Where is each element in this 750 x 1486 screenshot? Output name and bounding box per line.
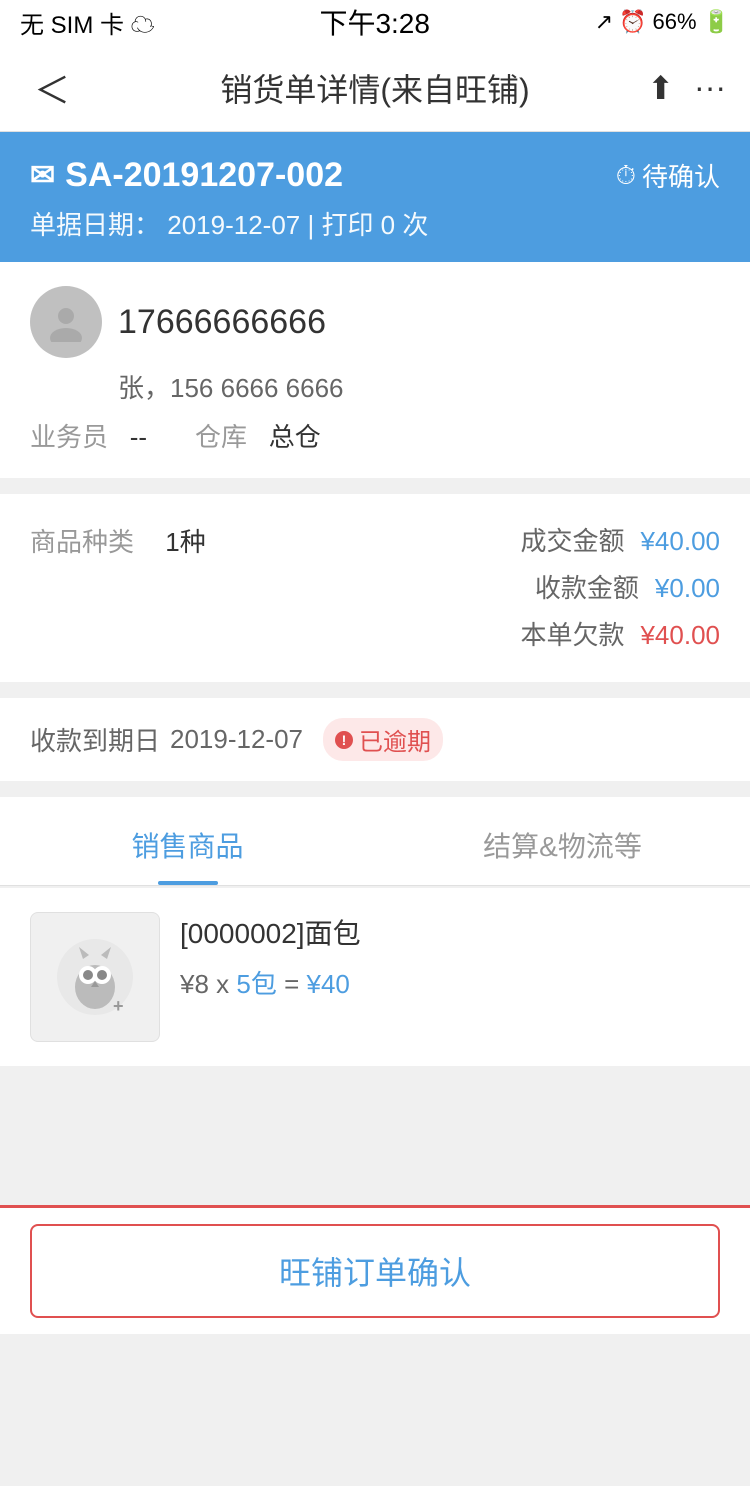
more-button[interactable]: ··· <box>694 69 726 106</box>
tab-sales-label: 销售商品 <box>131 831 243 862</box>
due-date-value: 2019-12-07 <box>170 724 303 755</box>
product-type: 商品种类 1种 <box>30 518 230 559</box>
tab-settlement-label: 结算&物流等 <box>483 831 642 862</box>
warehouse-label: 仓库 <box>195 422 247 452</box>
product-type-label: 商品种类 <box>30 522 134 559</box>
alarm-icon: ⏰ <box>619 9 646 35</box>
date-label: 单据日期： <box>30 210 160 240</box>
order-status: ⏱ 待确认 <box>616 157 720 194</box>
product-image: + <box>30 912 160 1042</box>
summary-card: 商品种类 1种 成交金额 ¥40.00 收款金额 ¥0.00 本单欠款 ¥40.… <box>0 494 750 682</box>
status-bar: 无 SIM 卡 ☁ 下午3:28 ↗ ⏰ 66% 🔋 <box>0 0 750 44</box>
avatar <box>30 286 102 358</box>
equals-symbol: = <box>284 969 306 999</box>
overdue-badge: ! 已逾期 <box>323 718 443 761</box>
tab-settlement[interactable]: 结算&物流等 <box>375 797 750 885</box>
staff-label: 业务员 <box>30 422 108 452</box>
product-total: ¥40 <box>307 969 350 999</box>
order-date: 单据日期： 2019-12-07 | 打印 0 次 <box>30 205 720 242</box>
customer-phone: 17666666666 <box>118 303 326 342</box>
product-section: + [0000002]面包 ¥8 x 5包 = ¥40 <box>0 888 750 1066</box>
tab-sales[interactable]: 销售商品 <box>0 797 375 885</box>
staff-warehouse-row: 业务员 -- 仓库 总仓 <box>30 417 720 454</box>
date-value: 2019-12-07 <box>167 210 300 240</box>
no-sim-text: 无 SIM 卡 ☁ <box>20 5 155 40</box>
clock-icon: ⏱ <box>616 160 636 192</box>
product-calc: ¥8 x 5包 = ¥40 <box>180 964 720 1001</box>
share-button[interactable]: ⬆ <box>647 69 674 107</box>
amount-label: 成交金额 <box>520 518 624 565</box>
product-type-value: 1种 <box>165 522 205 559</box>
received-row: 收款金额 ¥0.00 <box>520 565 720 612</box>
customer-row: 17666666666 <box>30 286 720 358</box>
amounts: 成交金额 ¥40.00 收款金额 ¥0.00 本单欠款 ¥40.00 <box>520 518 720 658</box>
tabs-container: 销售商品 结算&物流等 <box>0 797 750 886</box>
nav-actions: ⬆ ··· <box>647 69 726 107</box>
due-date-card: 收款到期日 2019-12-07 ! 已逾期 <box>0 698 750 781</box>
order-number-text: SA-20191207-002 <box>65 156 343 195</box>
status-left: 无 SIM 卡 ☁ <box>20 5 155 40</box>
amount-value: ¥40.00 <box>640 518 720 565</box>
multiply-symbol: x <box>216 969 236 999</box>
owed-value: ¥40.00 <box>640 612 720 659</box>
product-info: [0000002]面包 ¥8 x 5包 = ¥40 <box>180 912 720 1001</box>
svg-text:+: + <box>113 996 124 1016</box>
overdue-text: 已逾期 <box>359 722 431 757</box>
customer-name: 张，156 6666 6666 <box>30 368 720 405</box>
received-value: ¥0.00 <box>655 565 720 612</box>
due-date-label: 收款到期日 <box>30 721 160 758</box>
confirm-button[interactable]: 旺铺订单确认 <box>30 1224 720 1318</box>
print-info: | 打印 0 次 <box>307 210 428 240</box>
warehouse-value: 总仓 <box>269 422 321 452</box>
product-price: ¥8 <box>180 969 209 999</box>
customer-info-card: 17666666666 张，156 6666 6666 业务员 -- 仓库 总仓 <box>0 262 750 478</box>
owed-row: 本单欠款 ¥40.00 <box>520 612 720 659</box>
staff-value: -- <box>130 422 147 452</box>
footer: 旺铺订单确认 <box>0 1205 750 1334</box>
product-quantity: 5包 <box>236 969 276 999</box>
overdue-icon: ! <box>335 731 353 749</box>
amount-row: 成交金额 ¥40.00 <box>520 518 720 565</box>
received-label: 收款金额 <box>535 565 639 612</box>
order-number: ✉ SA-20191207-002 <box>30 156 343 195</box>
header-card: ✉ SA-20191207-002 ⏱ 待确认 单据日期： 2019-12-07… <box>0 132 750 262</box>
product-item: + [0000002]面包 ¥8 x 5包 = ¥40 <box>30 912 720 1042</box>
product-name: [0000002]面包 <box>180 912 720 952</box>
back-button[interactable]: ＜ <box>24 52 80 124</box>
order-icon: ✉ <box>30 158 55 193</box>
status-time: 下午3:28 <box>319 2 430 42</box>
battery-icon: 🔋 <box>703 9 730 35</box>
battery-text: 66% <box>653 9 697 35</box>
location-icon: ↗ <box>595 9 613 35</box>
status-text: 待确认 <box>642 157 720 194</box>
owed-label: 本单欠款 <box>520 612 624 659</box>
status-right: ↗ ⏰ 66% 🔋 <box>595 9 730 35</box>
page-title: 销货单详情(来自旺铺) <box>220 65 529 111</box>
nav-bar: ＜ 销货单详情(来自旺铺) ⬆ ··· <box>0 44 750 132</box>
